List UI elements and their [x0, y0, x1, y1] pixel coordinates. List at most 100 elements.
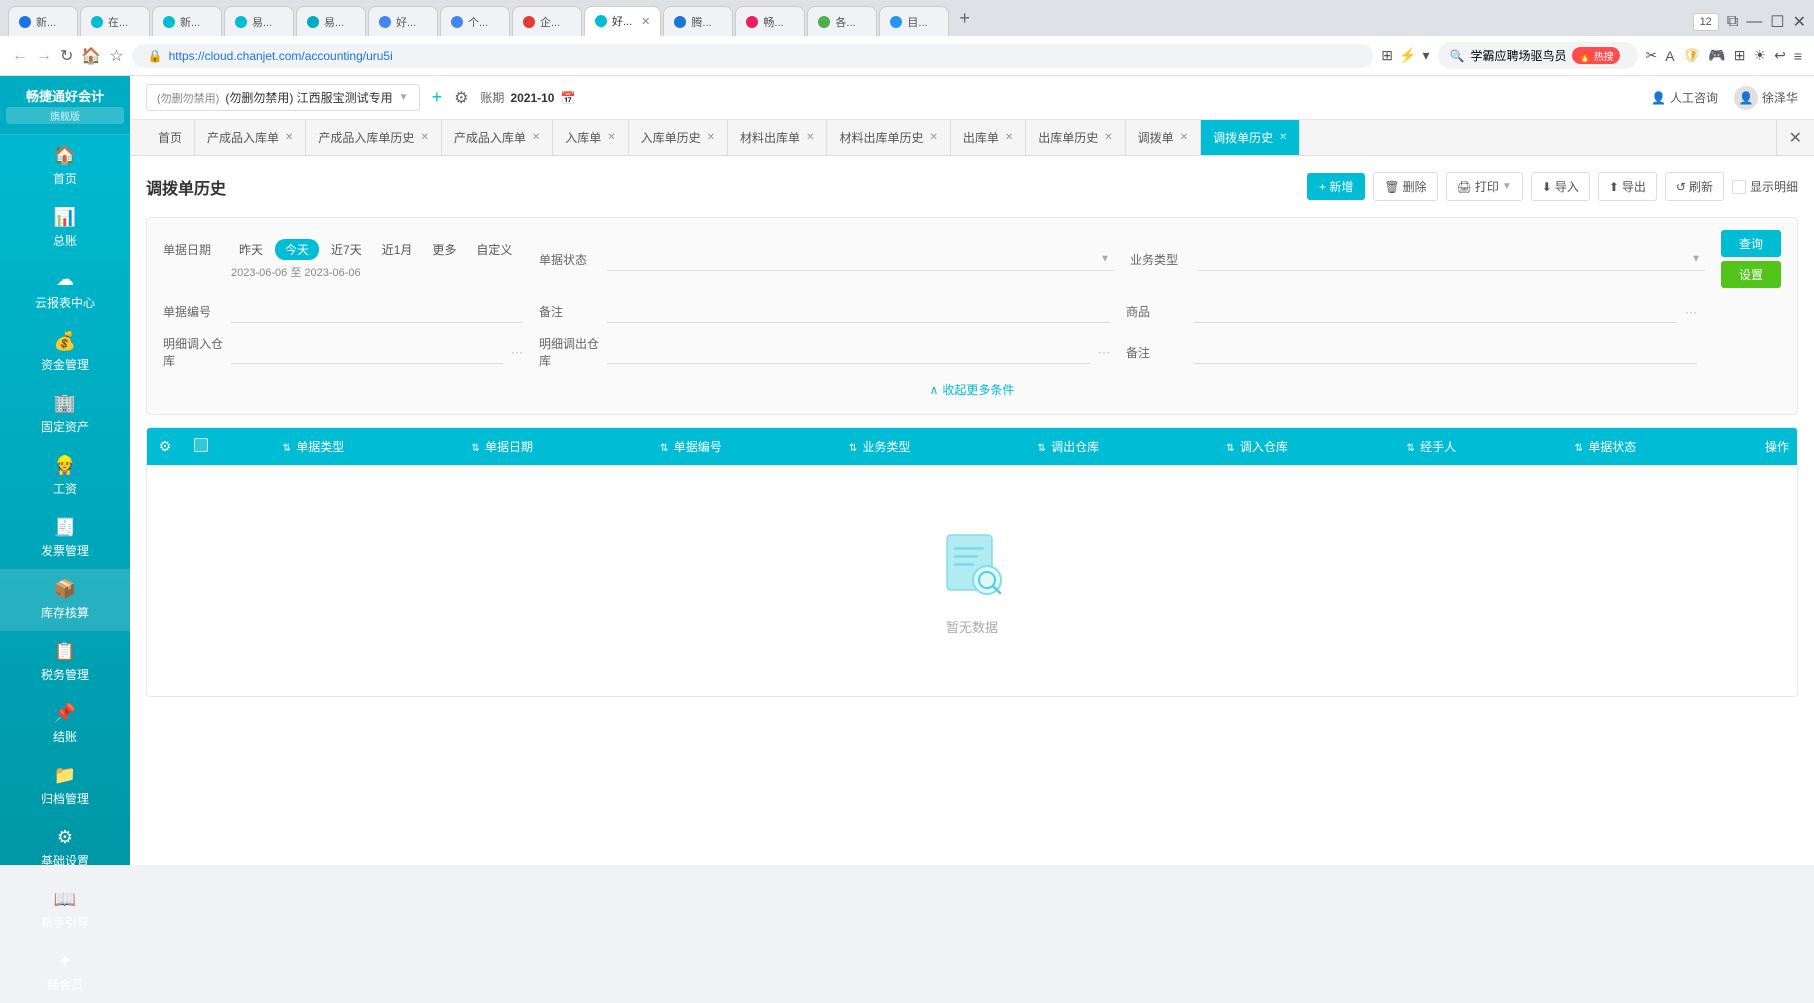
- sidebar-item-payroll[interactable]: 👷 工资: [0, 445, 130, 507]
- browser-tab-2[interactable]: 在...: [80, 6, 150, 36]
- export-button[interactable]: ⬆ 导出: [1598, 172, 1657, 201]
- sidebar-item-inventory[interactable]: 📦 库存核算: [0, 569, 130, 631]
- col-handler[interactable]: ⇅ 经手人: [1351, 428, 1511, 465]
- page-tab-finished-in2[interactable]: 产成品入库单 ✕: [442, 120, 553, 156]
- browser-tab-3[interactable]: 新...: [152, 6, 222, 36]
- close-icon[interactable]: ✕: [707, 132, 715, 143]
- detail-out-more-icon[interactable]: ···: [1098, 345, 1110, 359]
- company-selector[interactable]: (勿删勿禁用) (勿删勿禁用) 江西服宝测试专用 ▼: [146, 84, 420, 111]
- page-tab-finished-in-history[interactable]: 产成品入库单历史 ✕: [306, 120, 441, 156]
- back-button[interactable]: ←: [12, 47, 28, 65]
- sidebar-item-home[interactable]: 🏠 首页: [0, 135, 130, 197]
- browser-tab-8[interactable]: 企...: [512, 6, 582, 36]
- browser-tab-10[interactable]: 畅...: [735, 6, 805, 36]
- detail-out-input[interactable]: [607, 341, 1090, 364]
- sidebar-item-guide[interactable]: 📖 新手引导: [0, 879, 130, 941]
- browser-tab-9[interactable]: 腾...: [663, 6, 733, 36]
- add-company-button[interactable]: +: [432, 87, 443, 108]
- remark-input[interactable]: [607, 300, 1110, 323]
- sidebar-item-invoice[interactable]: 🧾 发票管理: [0, 507, 130, 569]
- collapse-filter-button[interactable]: ∧ 收起更多条件: [163, 377, 1781, 402]
- close-window-icon[interactable]: ✕: [1793, 12, 1806, 32]
- sidebar-item-member[interactable]: ✦ 畅会员: [0, 941, 130, 1003]
- product-input[interactable]: [1194, 300, 1677, 323]
- close-icon[interactable]: ✕: [1180, 132, 1188, 143]
- date-yesterday-btn[interactable]: 昨天: [231, 239, 271, 260]
- business-type-select[interactable]: [1198, 248, 1705, 271]
- delete-button[interactable]: 🗑 删除: [1373, 172, 1437, 201]
- import-button[interactable]: ⬇ 导入: [1531, 172, 1590, 201]
- close-icon[interactable]: ✕: [806, 132, 814, 143]
- browser-tab-12[interactable]: 目...: [879, 6, 949, 36]
- page-tab-home[interactable]: 首页: [146, 120, 195, 156]
- browser-tab-11[interactable]: 各...: [807, 6, 877, 36]
- more-dots-icon[interactable]: ···: [1685, 305, 1697, 319]
- browser-tab-active[interactable]: 好... ✕: [584, 6, 661, 36]
- checkbox-col-header[interactable]: [183, 428, 219, 465]
- doc-number-input[interactable]: [231, 300, 523, 323]
- user-info[interactable]: 👤 徐泽华: [1734, 86, 1798, 110]
- browser-tab-1[interactable]: 新...: [8, 6, 78, 36]
- page-tab-transfer-history[interactable]: 调拨单历史 ✕: [1201, 120, 1300, 156]
- sidebar-item-tax[interactable]: 📋 税务管理: [0, 631, 130, 693]
- date-7days-btn[interactable]: 近7天: [323, 239, 370, 260]
- sidebar-item-cloud-reports[interactable]: ☁ 云报表中心: [0, 259, 130, 321]
- refresh-button[interactable]: ↺ 刷新: [1665, 172, 1724, 201]
- close-icon[interactable]: ✕: [1104, 132, 1112, 143]
- print-button[interactable]: 🖨 打印 ▼: [1446, 172, 1523, 201]
- col-out-warehouse[interactable]: ⇅ 调出仓库: [974, 428, 1163, 465]
- forward-button[interactable]: →: [36, 47, 52, 65]
- sidebar-item-assets[interactable]: 🏢 固定资产: [0, 383, 130, 445]
- sidebar-item-ledger[interactable]: 📊 总账: [0, 197, 130, 259]
- sidebar-item-funds[interactable]: 💰 资金管理: [0, 321, 130, 383]
- page-tab-transfer[interactable]: 调拨单 ✕: [1126, 120, 1201, 156]
- browser-tab-6[interactable]: 好...: [368, 6, 438, 36]
- col-business-type[interactable]: ⇅ 业务类型: [785, 428, 974, 465]
- col-doc-date[interactable]: ⇅ 单据日期: [408, 428, 597, 465]
- page-tab-in-history[interactable]: 入库单历史 ✕: [629, 120, 728, 156]
- sidebar-item-close-accounts[interactable]: 📌 结账: [0, 693, 130, 755]
- company-settings-icon[interactable]: ⚙: [454, 88, 468, 108]
- page-tab-material-out-history[interactable]: 材料出库单历史 ✕: [827, 120, 950, 156]
- page-tab-in[interactable]: 入库单 ✕: [553, 120, 628, 156]
- detail-remark-input[interactable]: [1194, 341, 1697, 364]
- status-select-wrapper[interactable]: ▼: [607, 248, 1114, 271]
- customer-service[interactable]: 👤 人工咨询: [1651, 89, 1718, 106]
- col-doc-status[interactable]: ⇅ 单据状态: [1511, 428, 1700, 465]
- new-button[interactable]: + 新增: [1307, 173, 1365, 200]
- page-tab-finished-in[interactable]: 产成品入库单 ✕: [195, 120, 306, 156]
- col-in-warehouse[interactable]: ⇅ 调入仓库: [1163, 428, 1352, 465]
- close-icon[interactable]: ✕: [607, 132, 615, 143]
- reload-button[interactable]: ↻: [60, 46, 73, 66]
- date-more-btn[interactable]: 更多: [424, 239, 464, 260]
- sidebar-item-archive[interactable]: 📁 归档管理: [0, 755, 130, 817]
- new-tab-button[interactable]: +: [951, 3, 978, 34]
- close-icon[interactable]: ✕: [420, 132, 428, 143]
- maximize-icon[interactable]: ☐: [1770, 12, 1784, 32]
- close-icon[interactable]: ✕: [532, 132, 540, 143]
- date-1month-btn[interactable]: 近1月: [374, 239, 421, 260]
- close-icon[interactable]: ✕: [285, 132, 293, 143]
- close-icon[interactable]: ✕: [1005, 132, 1013, 143]
- col-doc-number[interactable]: ⇅ 单据编号: [596, 428, 785, 465]
- date-custom-btn[interactable]: 自定义: [468, 239, 520, 260]
- address-bar[interactable]: 🔒 https://cloud.chanjet.com/accounting/u…: [132, 44, 1374, 68]
- minimize-icon[interactable]: —: [1746, 13, 1762, 31]
- detail-in-more-icon[interactable]: ···: [511, 345, 523, 359]
- menu-icon[interactable]: ≡: [1794, 48, 1802, 64]
- browser-tab-4[interactable]: 易...: [224, 6, 294, 36]
- bookmark-button[interactable]: ☆: [109, 46, 123, 66]
- calendar-icon[interactable]: 📅: [560, 91, 575, 105]
- status-select[interactable]: [607, 248, 1114, 271]
- page-tab-out[interactable]: 出库单 ✕: [951, 120, 1026, 156]
- sidebar-item-settings[interactable]: ⚙ 基础设置: [0, 817, 130, 879]
- home-button[interactable]: 🏠: [81, 46, 101, 66]
- date-today-btn[interactable]: 今天: [275, 239, 319, 260]
- close-icon[interactable]: ✕: [1279, 132, 1287, 143]
- page-tab-out-history[interactable]: 出库单历史 ✕: [1026, 120, 1125, 156]
- settings-col-header[interactable]: ⚙: [147, 428, 183, 465]
- browser-tab-5[interactable]: 易...: [296, 6, 366, 36]
- col-doc-type[interactable]: ⇅ 单据类型: [219, 428, 408, 465]
- tab-bar-close-button[interactable]: ✕: [1776, 120, 1814, 156]
- settings-filter-button[interactable]: 设置: [1721, 261, 1781, 288]
